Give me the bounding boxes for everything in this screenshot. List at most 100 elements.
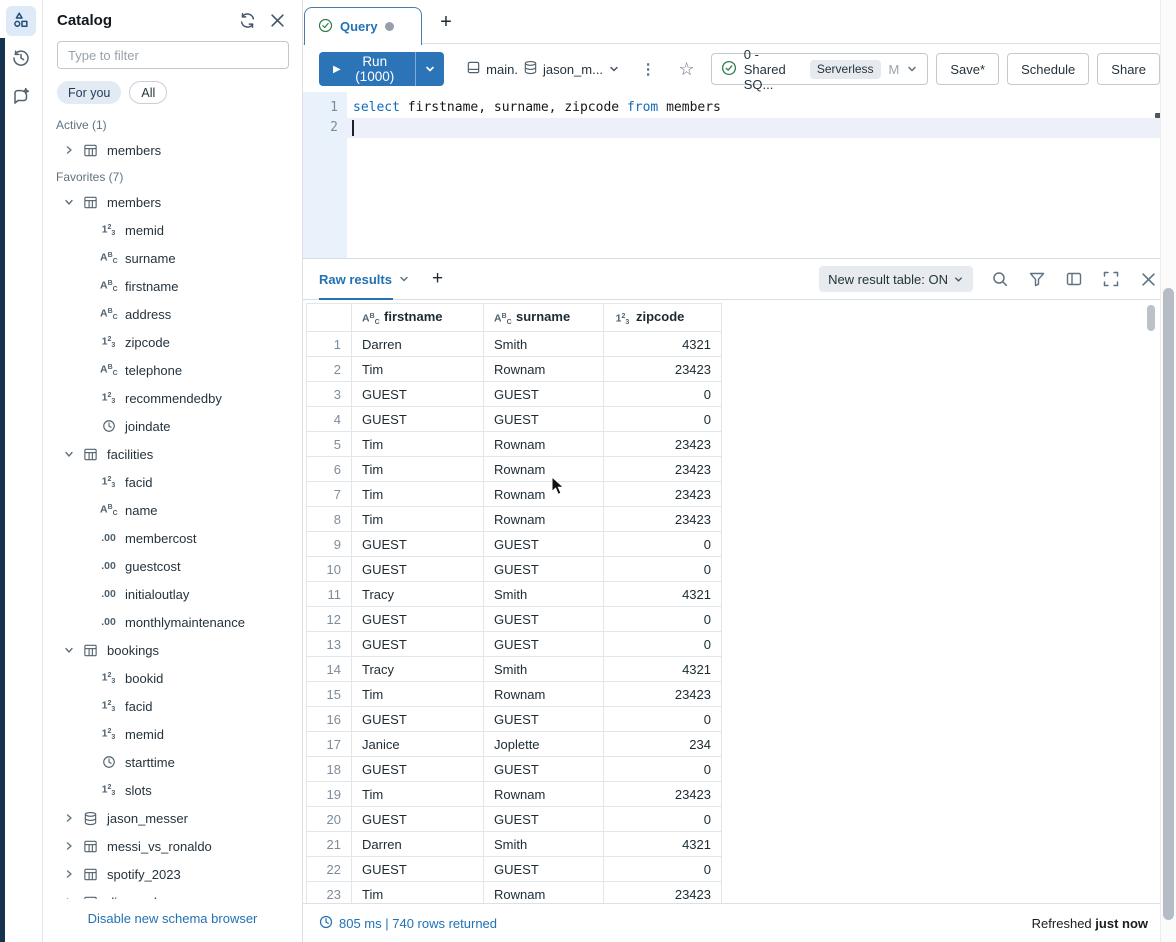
- editor-line-2[interactable]: 2: [303, 118, 1176, 138]
- side-panel-icon[interactable]: [1064, 269, 1084, 289]
- favorite-star-icon[interactable]: ☆: [676, 57, 696, 81]
- cell-zipcode[interactable]: 0: [604, 557, 722, 582]
- row-number[interactable]: 1: [307, 332, 352, 357]
- tree-item-joindate[interactable]: joindate: [43, 412, 302, 440]
- results-scrollbar-thumb[interactable]: [1147, 305, 1155, 331]
- cell-firstname[interactable]: Tim: [352, 882, 484, 904]
- disable-schema-browser-link[interactable]: Disable new schema browser: [88, 911, 258, 926]
- rail-history-button[interactable]: [6, 44, 36, 74]
- cell-zipcode[interactable]: 23423: [604, 357, 722, 382]
- cell-surname[interactable]: GUEST: [484, 757, 604, 782]
- cell-zipcode[interactable]: 0: [604, 807, 722, 832]
- cell-surname[interactable]: Rownam: [484, 457, 604, 482]
- cell-surname[interactable]: GUEST: [484, 807, 604, 832]
- row-number[interactable]: 21: [307, 832, 352, 857]
- tree-item-address[interactable]: ABCaddress: [43, 300, 302, 328]
- row-number[interactable]: 20: [307, 807, 352, 832]
- cell-surname[interactable]: GUEST: [484, 707, 604, 732]
- tree-item-starttime[interactable]: starttime: [43, 748, 302, 776]
- chevron-right-icon[interactable]: [62, 841, 76, 851]
- row-number[interactable]: 4: [307, 407, 352, 432]
- more-options-kebab-icon[interactable]: ⋮: [638, 57, 658, 81]
- cell-firstname[interactable]: Tracy: [352, 582, 484, 607]
- chevron-right-icon[interactable]: [62, 145, 76, 155]
- cell-zipcode[interactable]: 4321: [604, 332, 722, 357]
- sql-editor[interactable]: 1select firstname, surname, zipcode from…: [303, 92, 1176, 258]
- cell-firstname[interactable]: GUEST: [352, 632, 484, 657]
- window-scrollbar-thumb[interactable]: [1163, 288, 1174, 920]
- schedule-button[interactable]: Schedule: [1007, 53, 1089, 85]
- cell-surname[interactable]: GUEST: [484, 632, 604, 657]
- raw-results-tab[interactable]: Raw results: [319, 272, 410, 287]
- catalog-filter-input[interactable]: [57, 41, 289, 69]
- new-result-table-toggle[interactable]: New result table: ON: [819, 266, 973, 292]
- cell-firstname[interactable]: GUEST: [352, 757, 484, 782]
- cell-surname[interactable]: GUEST: [484, 407, 604, 432]
- cell-surname[interactable]: GUEST: [484, 382, 604, 407]
- cell-firstname[interactable]: Darren: [352, 832, 484, 857]
- row-number[interactable]: 14: [307, 657, 352, 682]
- cell-zipcode[interactable]: 0: [604, 532, 722, 557]
- row-number[interactable]: 9: [307, 532, 352, 557]
- tree-item-memid[interactable]: 123memid: [43, 216, 302, 244]
- cell-zipcode[interactable]: 234: [604, 732, 722, 757]
- cell-zipcode[interactable]: 4321: [604, 832, 722, 857]
- cell-surname[interactable]: Smith: [484, 657, 604, 682]
- cell-zipcode[interactable]: 0: [604, 632, 722, 657]
- run-button[interactable]: ▶ Run (1000): [319, 52, 415, 86]
- all-pill[interactable]: All: [129, 81, 167, 104]
- cell-surname[interactable]: Joplette: [484, 732, 604, 757]
- cell-zipcode[interactable]: 23423: [604, 507, 722, 532]
- cell-surname[interactable]: GUEST: [484, 607, 604, 632]
- for-you-pill[interactable]: For you: [57, 81, 121, 104]
- cell-zipcode[interactable]: 23423: [604, 457, 722, 482]
- tree-item-memid[interactable]: 123memid: [43, 720, 302, 748]
- cell-surname[interactable]: Rownam: [484, 482, 604, 507]
- catalog-schema-selector[interactable]: main. jason_m...: [466, 60, 620, 78]
- row-number[interactable]: 16: [307, 707, 352, 732]
- cell-firstname[interactable]: GUEST: [352, 607, 484, 632]
- tree-item-recommendedby[interactable]: 123recommendedby: [43, 384, 302, 412]
- cell-firstname[interactable]: Tim: [352, 482, 484, 507]
- tab-query[interactable]: Query: [304, 7, 422, 45]
- cell-firstname[interactable]: GUEST: [352, 407, 484, 432]
- row-number[interactable]: 18: [307, 757, 352, 782]
- row-number[interactable]: 8: [307, 507, 352, 532]
- cell-zipcode[interactable]: 23423: [604, 432, 722, 457]
- close-results-icon[interactable]: [1138, 269, 1158, 289]
- column-header-surname[interactable]: ABCsurname: [484, 304, 604, 332]
- tree-item-facilities[interactable]: facilities: [43, 440, 302, 468]
- row-number[interactable]: 11: [307, 582, 352, 607]
- cell-firstname[interactable]: Tim: [352, 432, 484, 457]
- row-number[interactable]: 2: [307, 357, 352, 382]
- cell-surname[interactable]: Rownam: [484, 782, 604, 807]
- tree-item-members[interactable]: members: [43, 136, 302, 164]
- share-button[interactable]: Share: [1097, 53, 1160, 85]
- row-number[interactable]: 13: [307, 632, 352, 657]
- cell-surname[interactable]: Rownam: [484, 432, 604, 457]
- cell-firstname[interactable]: Darren: [352, 332, 484, 357]
- cell-surname[interactable]: Smith: [484, 582, 604, 607]
- cell-zipcode[interactable]: 0: [604, 707, 722, 732]
- cell-surname[interactable]: Smith: [484, 832, 604, 857]
- row-number[interactable]: 6: [307, 457, 352, 482]
- column-header-zipcode[interactable]: 123zipcode: [604, 304, 722, 332]
- tree-item-firstname[interactable]: ABCfirstname: [43, 272, 302, 300]
- save-button[interactable]: Save*: [936, 53, 999, 85]
- row-number[interactable]: 22: [307, 857, 352, 882]
- tree-item-facid[interactable]: 123facid: [43, 468, 302, 496]
- tree-item-diamonds[interactable]: diamonds: [43, 888, 302, 899]
- filter-icon[interactable]: [1027, 269, 1047, 289]
- cell-zipcode[interactable]: 0: [604, 857, 722, 882]
- rail-catalog-button[interactable]: [6, 6, 36, 36]
- new-tab-button[interactable]: +: [433, 9, 459, 35]
- cell-firstname[interactable]: GUEST: [352, 382, 484, 407]
- cell-firstname[interactable]: Janice: [352, 732, 484, 757]
- row-number[interactable]: 17: [307, 732, 352, 757]
- cell-zipcode[interactable]: 0: [604, 757, 722, 782]
- cell-firstname[interactable]: GUEST: [352, 532, 484, 557]
- cell-surname[interactable]: Rownam: [484, 357, 604, 382]
- cell-zipcode[interactable]: 4321: [604, 582, 722, 607]
- column-header-firstname[interactable]: ABCfirstname: [352, 304, 484, 332]
- add-result-tab-button[interactable]: +: [432, 268, 443, 290]
